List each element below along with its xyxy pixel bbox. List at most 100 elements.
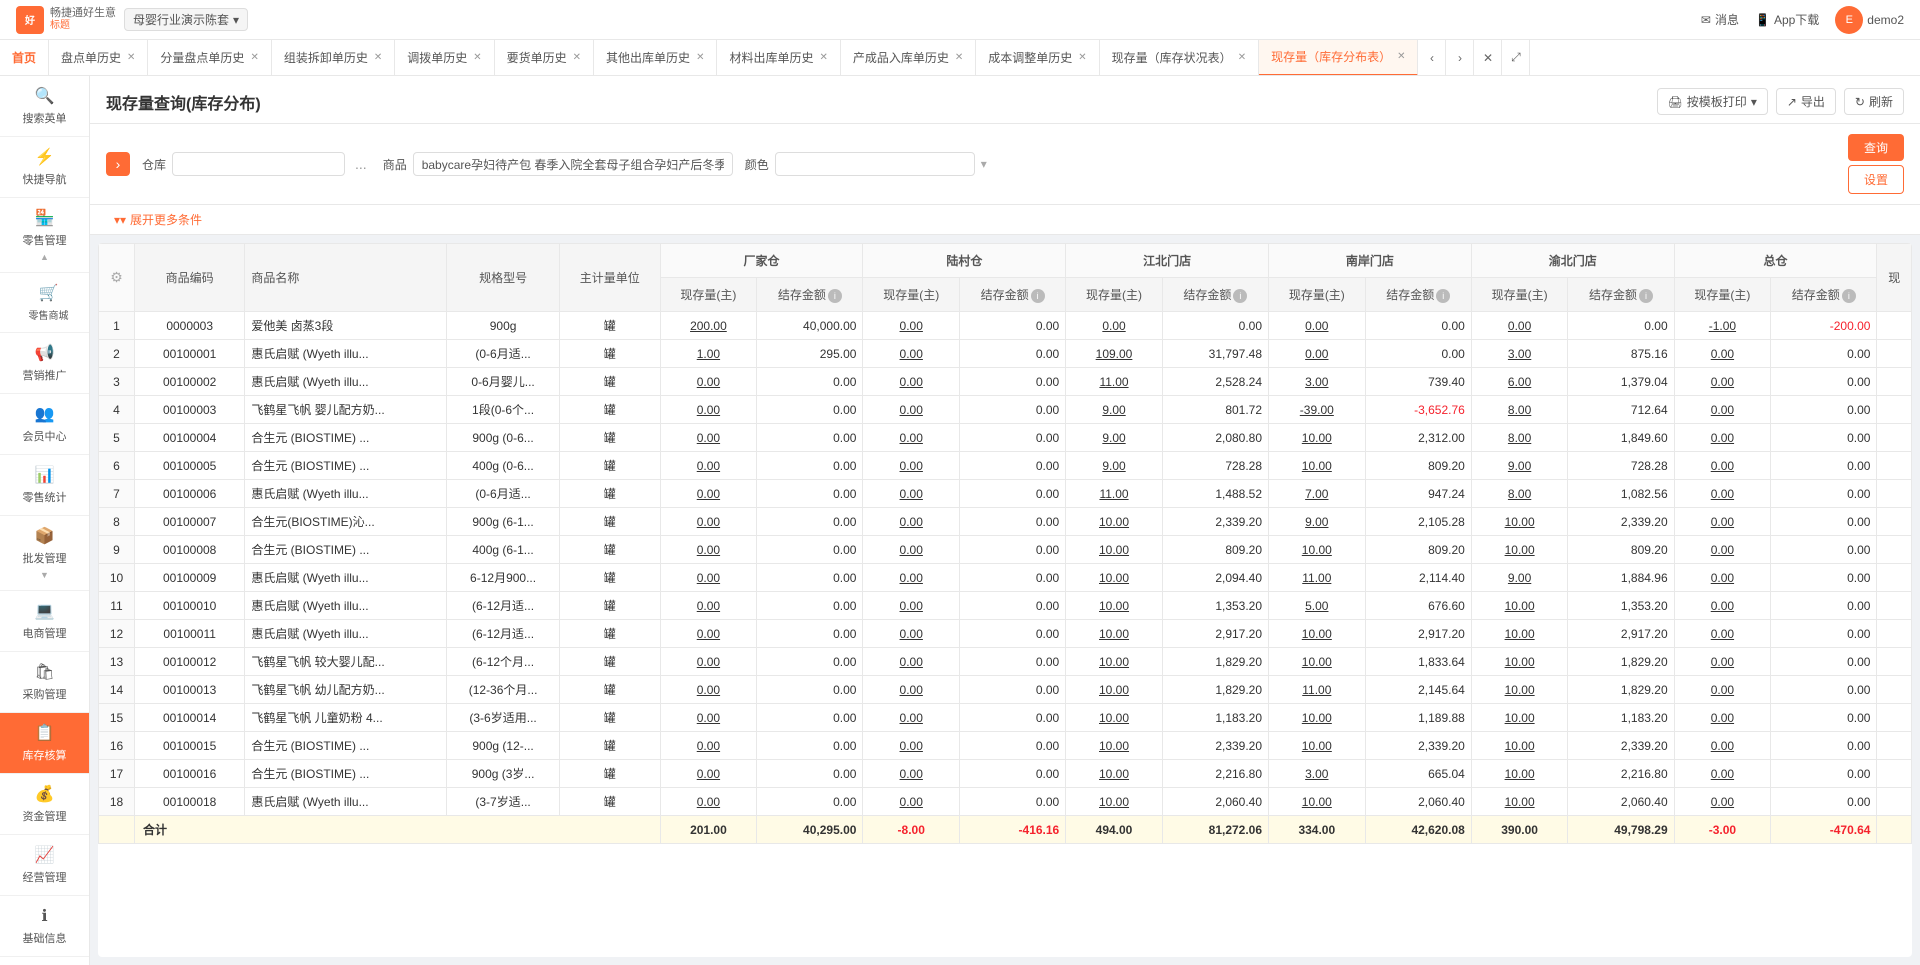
info-icon[interactable]: i xyxy=(1842,289,1856,303)
row-c2-qty[interactable]: 0.00 xyxy=(863,676,960,704)
export-btn[interactable]: ↗ 导出 xyxy=(1776,88,1836,115)
info-icon[interactable]: i xyxy=(1233,289,1247,303)
industry-selector[interactable]: 母婴行业演示陈套 ▾ xyxy=(124,8,248,31)
sidebar-item-quicknav[interactable]: ⚡ 快捷导航 xyxy=(0,137,89,198)
sidebar-item-operation[interactable]: 📈 经营管理 xyxy=(0,835,89,896)
refresh-btn[interactable]: ↻ 刷新 xyxy=(1844,88,1904,115)
row-c2-qty[interactable]: 0.00 xyxy=(863,620,960,648)
color-input[interactable] xyxy=(775,152,975,176)
sidebar-item-retail-stat[interactable]: 📊 零售统计 xyxy=(0,455,89,516)
sidebar-item-system[interactable]: ⚙ 系统管理 xyxy=(0,957,89,965)
row-c4-qty[interactable]: 10.00 xyxy=(1269,620,1366,648)
row-c3-qty[interactable]: 10.00 xyxy=(1066,648,1163,676)
tab-7[interactable]: 材料出库单历史 ✕ xyxy=(717,40,840,76)
row-c5-qty[interactable]: 10.00 xyxy=(1471,788,1568,816)
info-icon[interactable]: i xyxy=(1031,289,1045,303)
row-c6-qty[interactable]: 0.00 xyxy=(1674,564,1771,592)
user-area[interactable]: E demo2 xyxy=(1835,6,1904,34)
tab-3[interactable]: 组装拆卸单历史 ✕ xyxy=(272,40,395,76)
tab-1[interactable]: 盘点单历史 ✕ xyxy=(49,40,148,76)
row-c1-qty[interactable]: 0.00 xyxy=(660,732,757,760)
row-c6-qty[interactable]: 0.00 xyxy=(1674,480,1771,508)
col-gear[interactable]: ⚙ xyxy=(99,244,135,312)
row-c6-qty[interactable]: 0.00 xyxy=(1674,732,1771,760)
setting-btn[interactable]: 设置 xyxy=(1848,165,1904,194)
row-c2-qty[interactable]: 0.00 xyxy=(863,564,960,592)
row-c1-qty[interactable]: 0.00 xyxy=(660,704,757,732)
gear-icon[interactable]: ⚙ xyxy=(110,269,123,285)
row-c5-qty[interactable]: 9.00 xyxy=(1471,452,1568,480)
row-c6-qty[interactable]: 0.00 xyxy=(1674,704,1771,732)
row-c4-qty[interactable]: 10.00 xyxy=(1269,424,1366,452)
row-c5-qty[interactable]: 10.00 xyxy=(1471,732,1568,760)
row-c6-qty[interactable]: 0.00 xyxy=(1674,424,1771,452)
row-c1-qty[interactable]: 0.00 xyxy=(660,564,757,592)
row-c2-qty[interactable]: 0.00 xyxy=(863,340,960,368)
row-c5-qty[interactable]: 9.00 xyxy=(1471,564,1568,592)
tab-6[interactable]: 其他出库单历史 ✕ xyxy=(594,40,717,76)
tab-close-all-btn[interactable]: ✕ xyxy=(1474,40,1502,76)
row-c4-qty[interactable]: 0.00 xyxy=(1269,312,1366,340)
close-icon[interactable]: ✕ xyxy=(374,52,382,63)
row-c4-qty[interactable]: 10.00 xyxy=(1269,536,1366,564)
sidebar-item-member[interactable]: 👥 会员中心 xyxy=(0,394,89,455)
goods-input[interactable] xyxy=(413,152,733,176)
row-c4-qty[interactable]: 11.00 xyxy=(1269,564,1366,592)
print-btn[interactable]: 🖨 按模板打印 ▾ xyxy=(1657,88,1768,115)
row-c6-qty[interactable]: 0.00 xyxy=(1674,620,1771,648)
row-c5-qty[interactable]: 3.00 xyxy=(1471,340,1568,368)
row-c5-qty[interactable]: 10.00 xyxy=(1471,592,1568,620)
row-c2-qty[interactable]: 0.00 xyxy=(863,760,960,788)
tab-10[interactable]: 现存量（库存状况表） ✕ xyxy=(1100,40,1259,76)
row-c2-qty[interactable]: 0.00 xyxy=(863,368,960,396)
row-c4-qty[interactable]: 10.00 xyxy=(1269,648,1366,676)
row-c5-qty[interactable]: 10.00 xyxy=(1471,536,1568,564)
row-c1-qty[interactable]: 1.00 xyxy=(660,340,757,368)
row-c1-qty[interactable]: 0.00 xyxy=(660,452,757,480)
close-icon[interactable]: ✕ xyxy=(127,52,135,63)
tab-home[interactable]: 首页 xyxy=(0,40,49,76)
message-action[interactable]: ✉ 消息 xyxy=(1701,11,1739,28)
tab-8[interactable]: 产成品入库单历史 ✕ xyxy=(841,40,976,76)
sidebar-item-finance[interactable]: 💰 资金管理 xyxy=(0,774,89,835)
row-c5-qty[interactable]: 10.00 xyxy=(1471,508,1568,536)
row-c4-qty[interactable]: 9.00 xyxy=(1269,508,1366,536)
row-c6-qty[interactable]: -1.00 xyxy=(1674,312,1771,340)
close-icon[interactable]: ✕ xyxy=(573,52,581,63)
row-c3-qty[interactable]: 10.00 xyxy=(1066,732,1163,760)
sidebar-item-wholesale[interactable]: 📦 批发管理 ▼ xyxy=(0,516,89,591)
warehouse-input[interactable] xyxy=(172,152,345,176)
row-c1-qty[interactable]: 0.00 xyxy=(660,536,757,564)
sidebar-item-retail-shop[interactable]: 🛒 零售商城 xyxy=(0,273,89,333)
row-c1-qty[interactable]: 0.00 xyxy=(660,508,757,536)
row-c3-qty[interactable]: 0.00 xyxy=(1066,312,1163,340)
row-c3-qty[interactable]: 11.00 xyxy=(1066,480,1163,508)
row-c6-qty[interactable]: 0.00 xyxy=(1674,648,1771,676)
row-c4-qty[interactable]: 5.00 xyxy=(1269,592,1366,620)
row-c4-qty[interactable]: 10.00 xyxy=(1269,788,1366,816)
row-c3-qty[interactable]: 10.00 xyxy=(1066,620,1163,648)
row-c6-qty[interactable]: 0.00 xyxy=(1674,592,1771,620)
row-c3-qty[interactable]: 10.00 xyxy=(1066,536,1163,564)
row-c3-qty[interactable]: 10.00 xyxy=(1066,676,1163,704)
sidebar-item-purchase[interactable]: 🛍 采购管理 xyxy=(0,652,89,713)
row-c5-qty[interactable]: 10.00 xyxy=(1471,676,1568,704)
sidebar-item-retail[interactable]: 🏪 零售管理 ▲ xyxy=(0,198,89,273)
row-c6-qty[interactable]: 0.00 xyxy=(1674,788,1771,816)
close-icon[interactable]: ✕ xyxy=(473,52,481,63)
row-c1-qty[interactable]: 0.00 xyxy=(660,424,757,452)
tab-9[interactable]: 成本调整单历史 ✕ xyxy=(976,40,1099,76)
info-icon[interactable]: i xyxy=(1436,289,1450,303)
row-c2-qty[interactable]: 0.00 xyxy=(863,424,960,452)
tab-expand-btn[interactable]: ⤢ xyxy=(1502,40,1530,76)
close-icon[interactable]: ✕ xyxy=(1397,51,1405,62)
row-c3-qty[interactable]: 9.00 xyxy=(1066,452,1163,480)
table-container[interactable]: ⚙ 商品编码 商品名称 规格型号 主计量单位 厂家仓 陆村仓 江北门店 南岸门店… xyxy=(98,243,1912,957)
row-c4-qty[interactable]: -39.00 xyxy=(1269,396,1366,424)
tab-prev-btn[interactable]: ‹ xyxy=(1418,40,1446,76)
close-icon[interactable]: ✕ xyxy=(250,52,258,63)
row-c1-qty[interactable]: 0.00 xyxy=(660,480,757,508)
query-btn[interactable]: 查询 xyxy=(1848,134,1904,161)
filter-collapse-btn[interactable]: › xyxy=(106,152,130,176)
row-c5-qty[interactable]: 6.00 xyxy=(1471,368,1568,396)
